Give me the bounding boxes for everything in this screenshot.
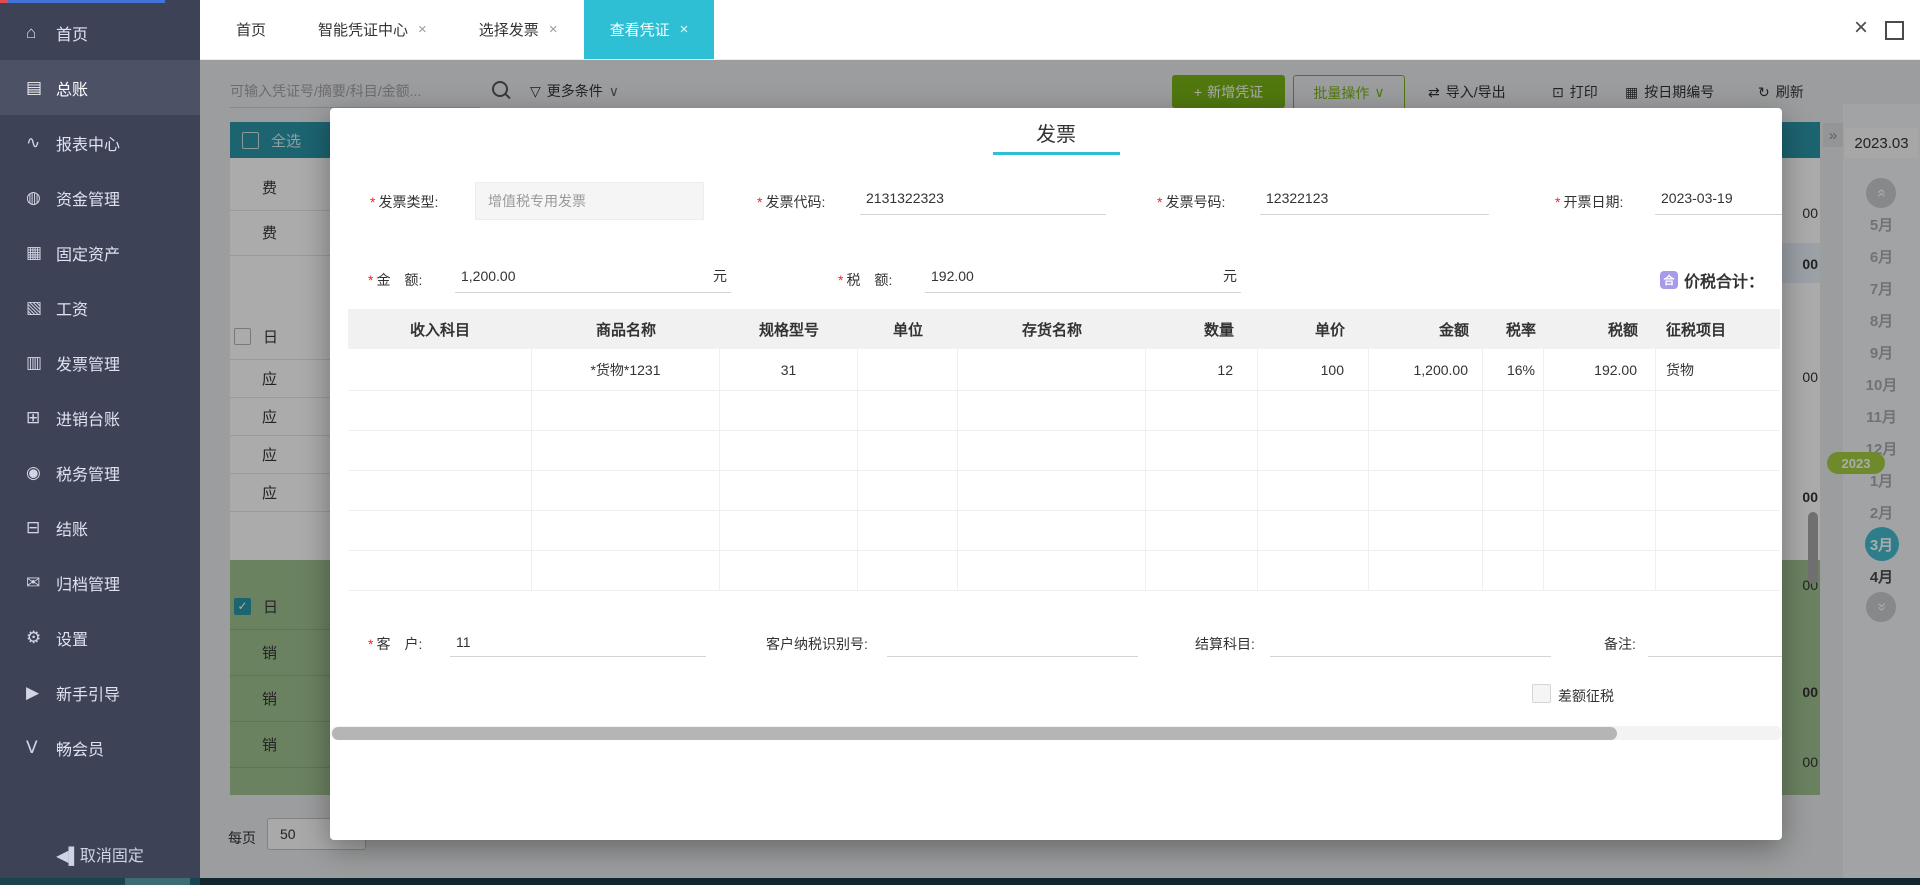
unit-label: 元 [713, 268, 727, 284]
invoice-date-input[interactable]: 2023-03-19 [1655, 182, 1782, 215]
empty-row [348, 511, 1780, 551]
customer-tax-id-input[interactable] [887, 628, 1138, 657]
column-header: 税额 [1607, 321, 1638, 339]
empty-row [348, 471, 1780, 511]
tab-home[interactable]: 首页 [210, 0, 292, 59]
building-icon: ▦ [26, 242, 43, 262]
sidebar-item-member[interactable]: Ⅴ 畅会员 [0, 720, 200, 775]
sidebar-item-salary[interactable]: ▧ 工资 [0, 280, 200, 335]
diff-tax-checkbox[interactable] [1532, 684, 1551, 703]
remark-input[interactable] [1648, 628, 1782, 657]
close-icon[interactable]: × [418, 21, 427, 38]
unpin-icon: ◀▌ [56, 848, 80, 865]
invoice-line-row[interactable]: *货物*1231 31 12 100 1,200.00 16% 192.00 货… [348, 349, 1780, 391]
tax-label: * 税 额: [838, 272, 893, 288]
invoice-dialog: 发票 * 发票类型: 增值税专用发票 * 发票代码: 2131322323 * 发票号… [330, 108, 1782, 840]
fullscreen-icon[interactable] [1885, 21, 1904, 40]
column-header: 税率 [1505, 321, 1536, 339]
title-accent-underline [993, 152, 1120, 155]
invoice-lines-table: 收入科目 商品名称 规格型号 单位 存货名称 数量 单价 金额 税率 税额 征税… [348, 309, 1780, 591]
ledger-book-icon: ⊞ [26, 407, 41, 427]
tab-bar: 首页 智能凭证中心 × 选择发票 × 查看凭证 × × [200, 0, 1920, 60]
column-header: 数量 [1203, 321, 1234, 339]
diff-tax-label: 差额征税 [1558, 688, 1614, 704]
sidebar-item-fixed-assets[interactable]: ▦ 固定资产 [0, 225, 200, 280]
column-header: 金额 [1438, 321, 1469, 339]
invoice-date-label: * 开票日期: [1555, 194, 1624, 210]
sidebar-item-guide[interactable]: ▶ 新手引导 [0, 665, 200, 720]
amount-label: * 金 额: [368, 272, 423, 288]
gear-icon: ⚙ [26, 627, 42, 647]
empty-row [348, 431, 1780, 471]
empty-row [348, 391, 1780, 431]
tab-select-invoice[interactable]: 选择发票 × [453, 0, 584, 59]
tab-view-voucher[interactable]: 查看凭证 × [583, 0, 715, 59]
column-header: 单价 [1314, 321, 1345, 339]
tab-smart-voucher-center[interactable]: 智能凭证中心 × [292, 0, 453, 59]
home-icon: ⌂ [26, 22, 37, 42]
window-close-icon[interactable]: × [1854, 14, 1868, 42]
invoice-type-select[interactable]: 增值税专用发票 [475, 182, 704, 220]
bottom-taskbar-strip [0, 878, 200, 885]
top-edge-strip [0, 0, 165, 3]
sidebar-item-home[interactable]: ⌂ 首页 [0, 5, 200, 60]
vip-icon: Ⅴ [26, 737, 38, 757]
invoice-code-input[interactable]: 2131322323 [860, 182, 1106, 215]
sidebar-item-archive[interactable]: ✉ 归档管理 [0, 555, 200, 610]
sidebar-item-closing[interactable]: ⊟ 结账 [0, 500, 200, 555]
chart-icon: ∿ [26, 132, 41, 152]
settle-account-label: 结算科目: [1195, 636, 1255, 652]
archive-icon: ✉ [26, 572, 41, 592]
salary-doc-icon: ▧ [26, 297, 43, 317]
closing-icon: ⊟ [26, 517, 41, 537]
column-header: 规格型号 [758, 321, 819, 339]
money-bag-icon: ◍ [26, 187, 41, 207]
column-header: 征税项目 [1666, 321, 1727, 339]
unpin-sidebar-button[interactable]: ◀▌取消固定 [0, 842, 200, 866]
sidebar: ⌂ 首页 ▤ 总账 ∿ 报表中心 ◍ 资金管理 ▦ 固定资产 ▧ 工资 ▥ 发票管理 ⊞ 进销台… [0, 0, 200, 878]
dialog-hscrollbar-thumb[interactable] [332, 726, 1617, 740]
play-icon: ▶ [26, 682, 40, 702]
customer-tax-id-label: 客户纳税识别号: [766, 636, 868, 652]
top-edge-notch [0, 0, 8, 3]
remark-label: 备注: [1604, 636, 1636, 652]
sidebar-item-purchase-sales[interactable]: ⊞ 进销台账 [0, 390, 200, 445]
unit-label: 元 [1223, 268, 1237, 284]
empty-row [348, 551, 1780, 591]
column-header: 商品名称 [595, 321, 656, 339]
sidebar-item-settings[interactable]: ⚙ 设置 [0, 610, 200, 665]
column-header: 收入科目 [409, 321, 470, 339]
customer-label: * 客 户: [368, 636, 423, 652]
dialog-hscrollbar-track[interactable] [330, 726, 1782, 740]
amount-input[interactable]: 1,200.00 元 [455, 260, 731, 293]
invoice-number-label: * 发票号码: [1157, 194, 1226, 210]
invoice-icon: ▥ [26, 352, 43, 372]
table-header-row: 收入科目 商品名称 规格型号 单位 存货名称 数量 单价 金额 税率 税额 征税… [348, 309, 1780, 349]
sidebar-item-tax-mgmt[interactable]: ◉ 税务管理 [0, 445, 200, 500]
total-icon: 合 [1660, 271, 1678, 289]
invoice-code-label: * 发票代码: [757, 194, 826, 210]
close-icon[interactable]: × [549, 21, 558, 38]
sidebar-item-general-ledger[interactable]: ▤ 总账 [0, 60, 200, 115]
invoice-number-input[interactable]: 12322123 [1260, 182, 1489, 215]
tax-icon: ◉ [26, 462, 41, 482]
sidebar-item-invoice-mgmt[interactable]: ▥ 发票管理 [0, 335, 200, 390]
sidebar-item-report-center[interactable]: ∿ 报表中心 [0, 115, 200, 170]
settle-account-input[interactable] [1270, 628, 1551, 657]
close-icon[interactable]: × [680, 21, 689, 38]
customer-input[interactable]: 11 [450, 628, 706, 657]
column-header: 单位 [892, 321, 923, 339]
ledger-icon: ▤ [26, 77, 43, 97]
sidebar-item-funds[interactable]: ◍ 资金管理 [0, 170, 200, 225]
tax-input[interactable]: 192.00 元 [925, 260, 1241, 293]
invoice-type-label: * 发票类型: [370, 194, 439, 210]
dialog-title: 发票 [1036, 124, 1076, 146]
total-with-tax-label: 合价税合计： [1660, 268, 1782, 292]
column-header: 存货名称 [1021, 321, 1082, 339]
